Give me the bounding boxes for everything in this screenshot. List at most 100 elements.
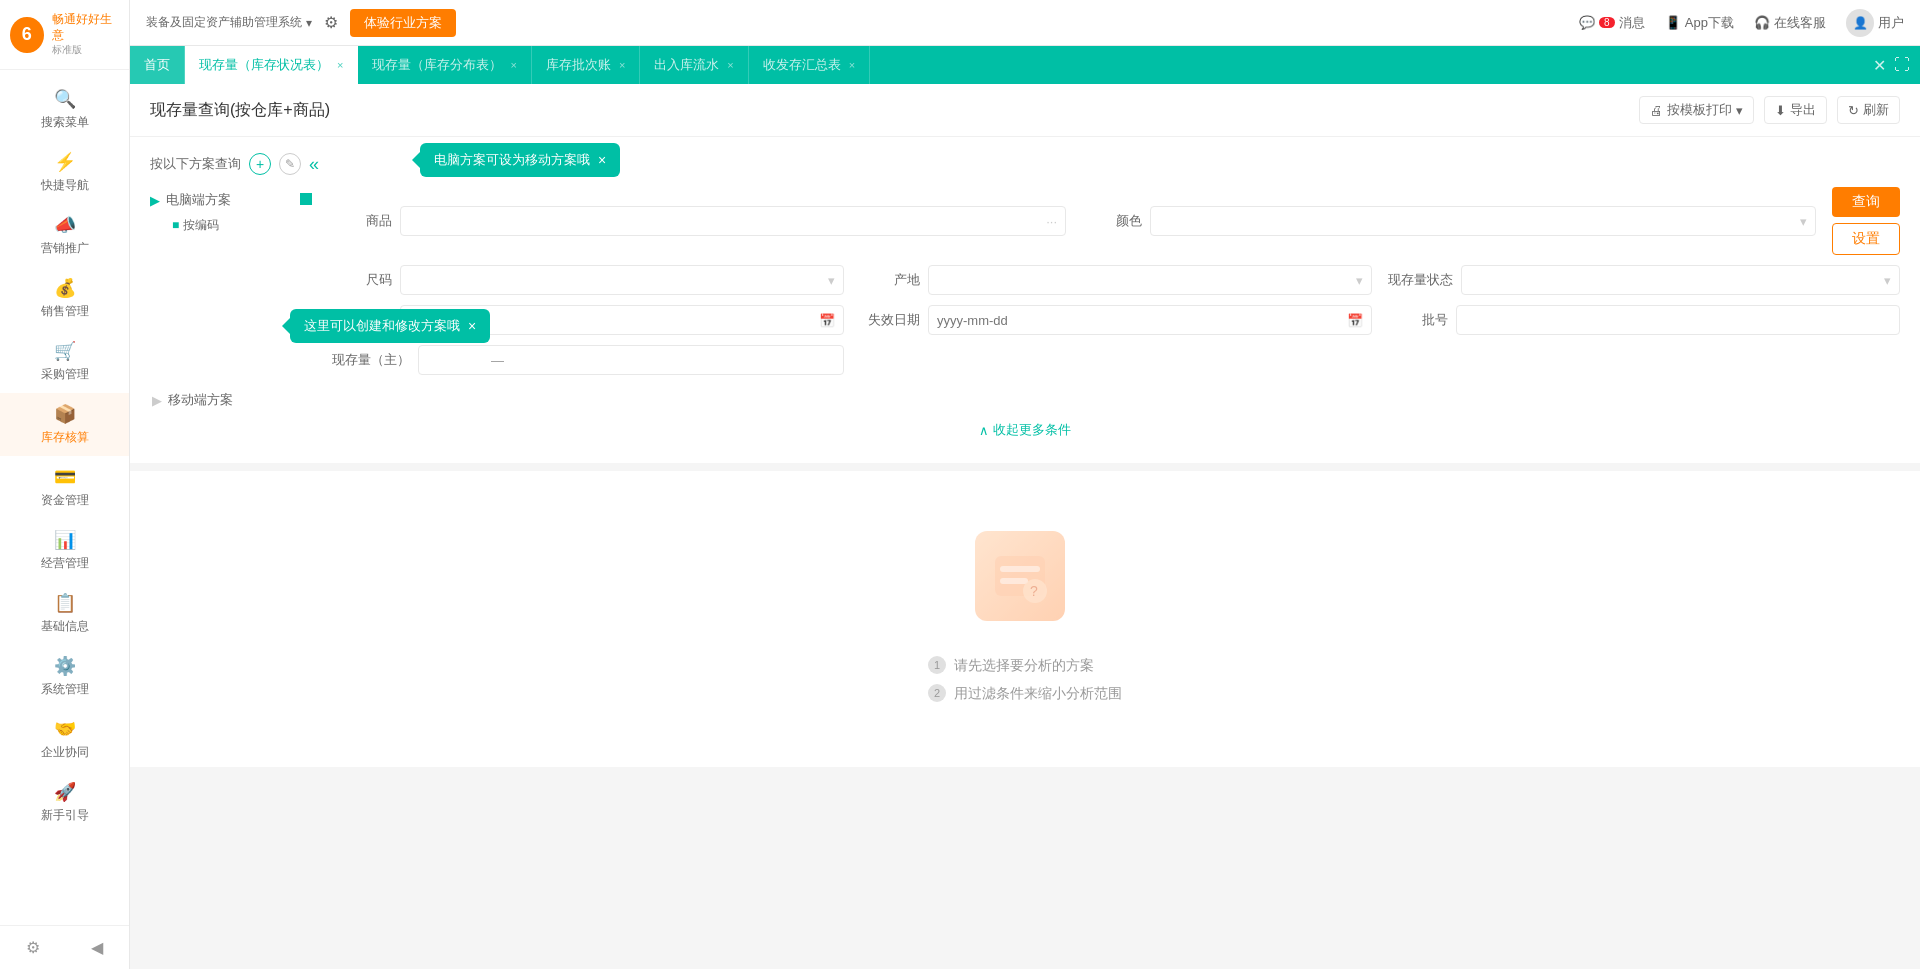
batch-input[interactable]	[1465, 313, 1891, 328]
expiry-date-input[interactable]	[937, 313, 1343, 328]
filter-edit-btn[interactable]: ✎	[279, 153, 301, 175]
tab-inventory-dist-label: 现存量（库存分布表）	[372, 56, 502, 74]
action-buttons: 查询 设置	[1832, 187, 1900, 255]
print-icon: 🖨	[1650, 103, 1663, 118]
sidebar-item-inventory[interactable]: 📦 库存核算	[0, 393, 129, 456]
tab-close-all-btn[interactable]: ✕	[1873, 56, 1886, 75]
scheme-list: ▶ 电脑端方案 ■ 按编码 这里可以创建和修改方案哦 ×	[150, 187, 1900, 375]
export-btn[interactable]: ⬇ 导出	[1764, 96, 1827, 124]
sidebar-item-label: 营销推广	[41, 240, 89, 257]
calendar2-icon[interactable]: 📅	[1347, 313, 1363, 328]
search-button[interactable]: 查询	[1832, 187, 1900, 217]
system-name: 装备及固定资产辅助管理系统	[146, 14, 302, 31]
reset-button[interactable]: 设置	[1832, 223, 1900, 255]
stock-min-input[interactable]	[427, 353, 487, 368]
header-left: 装备及固定资产辅助管理系统 ▾ ⚙ 体验行业方案	[146, 9, 456, 37]
tabs-right-controls: ✕ ⛶	[1873, 56, 1920, 75]
tooltip2-close-btn[interactable]: ×	[468, 318, 476, 334]
empty-state: ? 1 请先选择要分析的方案 2 用过滤条件来缩小分析范围	[130, 471, 1920, 767]
page-actions: 🖨 按模板打印 ▾ ⬇ 导出 ↻ 刷新	[1639, 96, 1900, 124]
svg-rect-2	[1000, 578, 1028, 584]
mobile-scheme-row: ▶ 移动端方案	[150, 387, 1900, 413]
tab-home[interactable]: 首页	[130, 46, 185, 84]
sidebar-item-finance[interactable]: 💳 资金管理	[0, 456, 129, 519]
sidebar-item-search[interactable]: 🔍 搜索菜单	[0, 78, 129, 141]
sidebar-item-quicknav[interactable]: ⚡ 快捷导航	[0, 141, 129, 204]
tab-fullscreen-btn[interactable]: ⛶	[1894, 56, 1910, 74]
notification-badge: 8	[1599, 17, 1615, 28]
tab-close-icon[interactable]: ×	[849, 59, 855, 71]
tab-close-icon[interactable]: ×	[619, 59, 625, 71]
tooltip-scheme-hint: 电脑方案可设为移动方案哦 ×	[420, 143, 620, 177]
app-download-label: App下载	[1685, 14, 1734, 32]
system-selector[interactable]: 装备及固定资产辅助管理系统 ▾	[146, 14, 312, 31]
system-dropdown-icon: ▾	[306, 16, 312, 30]
filter-cell-expiry-date: 失效日期 📅	[860, 305, 1372, 335]
batch-input-wrapper[interactable]	[1456, 305, 1900, 335]
sidebar-item-operations[interactable]: 📊 经营管理	[0, 519, 129, 582]
tab-receive-summary[interactable]: 收发存汇总表 ×	[749, 46, 870, 84]
sub-scheme[interactable]: ■ 按编码	[150, 217, 280, 234]
filter-label: 按以下方案查询	[150, 155, 241, 173]
tab-close-icon[interactable]: ×	[337, 59, 343, 71]
sidebar-item-basic[interactable]: 📋 基础信息	[0, 582, 129, 645]
tab-close-icon[interactable]: ×	[510, 59, 516, 71]
filter-cell-color: 颜色 ▾	[1082, 206, 1816, 236]
online-support-item[interactable]: 🎧 在线客服	[1754, 14, 1826, 32]
collapse-row[interactable]: ∧ 收起更多条件	[150, 413, 1900, 447]
color-select[interactable]: ▾	[1150, 206, 1816, 236]
sidebar-item-marketing[interactable]: 📣 营销推广	[0, 204, 129, 267]
page-title: 现存量查询(按仓库+商品)	[150, 100, 330, 121]
tooltip1-close-btn[interactable]: ×	[598, 152, 606, 168]
inventory-icon: 📦	[54, 403, 76, 425]
tab-close-icon[interactable]: ×	[727, 59, 733, 71]
notification-item[interactable]: 💬 8 消息	[1579, 14, 1645, 32]
calendar-icon[interactable]: 📅	[819, 313, 835, 328]
expiry-date-input-wrapper[interactable]: 📅	[928, 305, 1372, 335]
app-download-item[interactable]: 📱 App下载	[1665, 14, 1734, 32]
tab-inventory-status[interactable]: 现存量（库存状况表） ×	[185, 46, 358, 84]
industry-btn[interactable]: 体验行业方案	[350, 9, 456, 37]
scheme-item-desktop[interactable]: ▶ 电脑端方案	[150, 187, 280, 213]
stock-range-wrapper[interactable]: —	[418, 345, 844, 375]
highlight-dot	[300, 193, 312, 205]
sidebar-item-enterprise[interactable]: 🤝 企业协同	[0, 708, 129, 771]
top-header: 装备及固定资产辅助管理系统 ▾ ⚙ 体验行业方案 💬 8 消息 📱 App下载 …	[130, 0, 1920, 46]
empty-hint-2: 2 用过滤条件来缩小分析范围	[928, 679, 1122, 707]
product-select[interactable]: ···	[400, 206, 1066, 236]
size-select[interactable]: ▾	[400, 265, 844, 295]
sidebar-item-guide[interactable]: 🚀 新手引导	[0, 771, 129, 834]
filter-add-btn[interactable]: +	[249, 153, 271, 175]
sidebar-footer: ⚙ ◀	[0, 925, 129, 969]
print-btn[interactable]: 🖨 按模板打印 ▾	[1639, 96, 1754, 124]
sidebar-item-system[interactable]: ⚙️ 系统管理	[0, 645, 129, 708]
print-dropdown-icon: ▾	[1736, 103, 1743, 118]
tab-inventory-dist[interactable]: 现存量（库存分布表） ×	[358, 46, 531, 84]
hint-num-1: 1	[928, 656, 946, 674]
stock-max-input[interactable]	[508, 353, 568, 368]
mobile-icon: 📱	[1665, 15, 1681, 30]
stock-dash: —	[491, 353, 504, 368]
refresh-btn[interactable]: ↻ 刷新	[1837, 96, 1900, 124]
tab-inout-flow[interactable]: 出入库流水 ×	[640, 46, 748, 84]
page-header: 现存量查询(按仓库+商品) 🖨 按模板打印 ▾ ⬇ 导出 ↻ 刷新	[130, 84, 1920, 137]
user-item[interactable]: 👤 用户	[1846, 9, 1904, 37]
scheme-item-mobile[interactable]: ▶ 移动端方案	[150, 387, 1900, 413]
export-icon: ⬇	[1775, 103, 1786, 118]
empty-illustration: ?	[975, 531, 1065, 621]
origin-select[interactable]: ▾	[928, 265, 1372, 295]
filter-cell-stock-status: 现存量状态 ▾	[1388, 265, 1900, 295]
sidebar-item-sales[interactable]: 💰 销售管理	[0, 267, 129, 330]
sidebar-item-purchase[interactable]: 🛒 采购管理	[0, 330, 129, 393]
stock-status-select[interactable]: ▾	[1461, 265, 1900, 295]
settings-gear-btn[interactable]: ⚙	[324, 13, 338, 32]
svg-rect-1	[1000, 566, 1040, 572]
tab-batch-account[interactable]: 库存批次账 ×	[532, 46, 640, 84]
collapse-btn[interactable]: ∧ 收起更多条件	[979, 421, 1071, 439]
user-name: 用户	[1878, 14, 1904, 32]
filter-arrow-btn[interactable]: «	[309, 154, 319, 175]
sidebar-collapse-btn[interactable]: ◀	[91, 938, 103, 957]
color-dropdown-icon: ▾	[1800, 214, 1807, 229]
main-content: 现存量查询(按仓库+商品) 🖨 按模板打印 ▾ ⬇ 导出 ↻ 刷新 按以下方案查…	[130, 84, 1920, 969]
sidebar-settings-btn[interactable]: ⚙	[26, 938, 40, 957]
